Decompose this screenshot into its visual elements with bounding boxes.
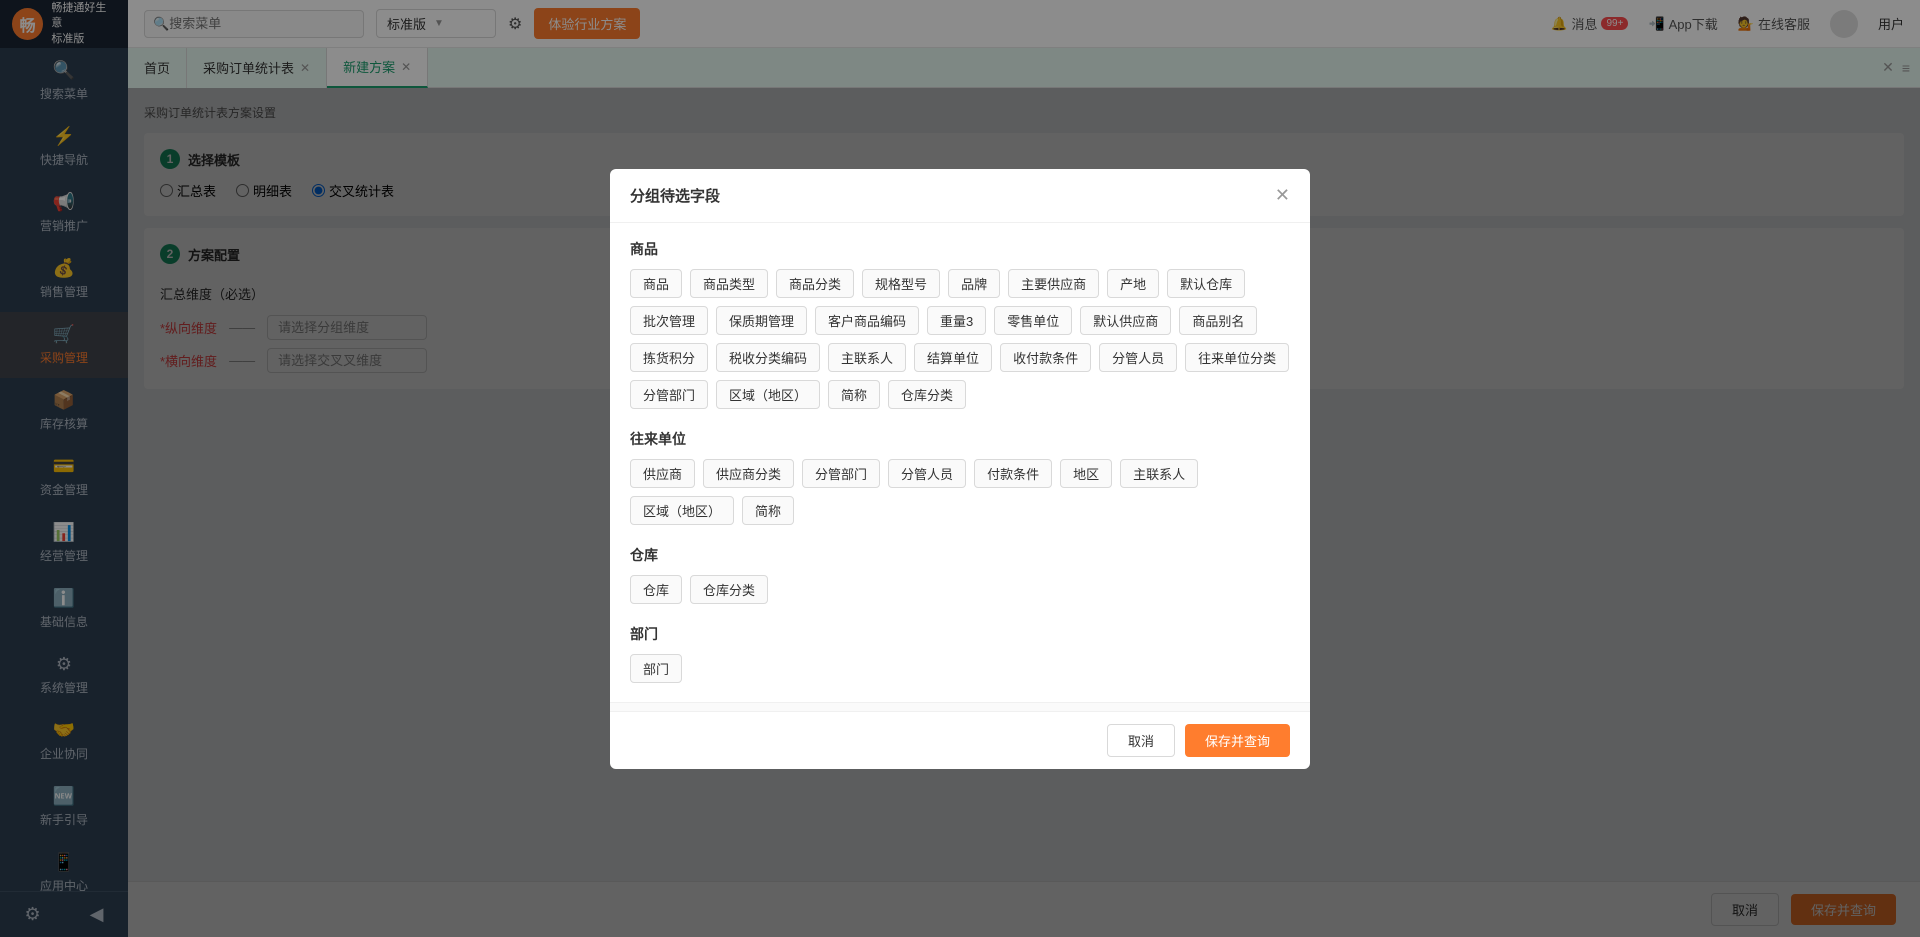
field-tag[interactable]: 分管人员 [1099, 343, 1177, 372]
warehouse-field-tags: 仓库仓库分类 [630, 575, 1290, 604]
field-tag[interactable]: 主联系人 [1120, 459, 1198, 488]
field-tag[interactable]: 仓库分类 [888, 380, 966, 409]
section-goods-title: 商品 [630, 239, 1290, 259]
field-tag[interactable]: 拣货积分 [630, 343, 708, 372]
field-tag[interactable]: 批次管理 [630, 306, 708, 335]
section-warehouse-title: 仓库 [630, 545, 1290, 565]
field-tag[interactable]: 商品 [630, 269, 682, 298]
goods-field-tags: 商品商品类型商品分类规格型号品牌主要供应商产地默认仓库批次管理保质期管理客户商品… [630, 269, 1290, 409]
dialog-header: 分组待选字段 ✕ [610, 169, 1310, 223]
field-tag[interactable]: 部门 [630, 654, 682, 683]
field-tag[interactable]: 简称 [828, 380, 880, 409]
field-tag[interactable]: 规格型号 [862, 269, 940, 298]
field-tag[interactable]: 分管部门 [802, 459, 880, 488]
field-tag[interactable]: 客户商品编码 [815, 306, 919, 335]
field-tag[interactable]: 付款条件 [974, 459, 1052, 488]
field-tag[interactable]: 商品别名 [1179, 306, 1257, 335]
dialog-body: 商品 商品商品类型商品分类规格型号品牌主要供应商产地默认仓库批次管理保质期管理客… [610, 223, 1310, 703]
field-tag[interactable]: 保质期管理 [716, 306, 807, 335]
field-tag[interactable]: 商品类型 [690, 269, 768, 298]
field-tag[interactable]: 产地 [1107, 269, 1159, 298]
dialog-title: 分组待选字段 [630, 185, 720, 206]
field-tag[interactable]: 重量3 [927, 306, 986, 335]
field-tag[interactable]: 商品分类 [776, 269, 854, 298]
field-tag[interactable]: 仓库 [630, 575, 682, 604]
partner-field-tags: 供应商供应商分类分管部门分管人员付款条件地区主联系人区域（地区） 简称 [630, 459, 1290, 525]
section-department: 部门 部门 [630, 624, 1290, 683]
field-tag[interactable]: 默认供应商 [1080, 306, 1171, 335]
dialog-confirm-btn[interactable]: 保存并查询 [1185, 724, 1290, 757]
field-tag[interactable]: 供应商分类 [703, 459, 794, 488]
dialog-footer: 取消 保存并查询 [610, 711, 1310, 769]
field-tag[interactable]: 区域（地区） [716, 380, 820, 409]
dialog-close-btn[interactable]: ✕ [1275, 185, 1290, 206]
section-partner: 往来单位 供应商供应商分类分管部门分管人员付款条件地区主联系人区域（地区） 简称 [630, 429, 1290, 525]
field-tag[interactable]: 主要供应商 [1008, 269, 1099, 298]
section-partner-title: 往来单位 [630, 429, 1290, 449]
field-tag[interactable]: 简称 [742, 496, 794, 525]
section-goods: 商品 商品商品类型商品分类规格型号品牌主要供应商产地默认仓库批次管理保质期管理客… [630, 239, 1290, 409]
horizontal-scrollbar[interactable] [610, 701, 1310, 709]
field-tag[interactable]: 品牌 [948, 269, 1000, 298]
field-tag[interactable]: 默认仓库 [1167, 269, 1245, 298]
field-tag[interactable]: 区域（地区） [630, 496, 734, 525]
section-department-title: 部门 [630, 624, 1290, 644]
field-tag[interactable]: 地区 [1060, 459, 1112, 488]
dialog-cancel-btn[interactable]: 取消 [1107, 724, 1175, 757]
field-select-dialog: 分组待选字段 ✕ 商品 商品商品类型商品分类规格型号品牌主要供应商产地默认仓库批… [610, 169, 1310, 769]
dialog-scroll-bottom [610, 702, 1310, 710]
field-tag[interactable]: 供应商 [630, 459, 695, 488]
field-tag[interactable]: 仓库分类 [690, 575, 768, 604]
field-tag[interactable]: 结算单位 [914, 343, 992, 372]
field-tag[interactable]: 往来单位分类 [1185, 343, 1289, 372]
section-warehouse: 仓库 仓库仓库分类 [630, 545, 1290, 604]
field-tag[interactable]: 分管部门 [630, 380, 708, 409]
field-tag[interactable]: 主联系人 [828, 343, 906, 372]
department-field-tags: 部门 [630, 654, 1290, 683]
field-tag[interactable]: 收付款条件 [1000, 343, 1091, 372]
field-tag[interactable]: 零售单位 [994, 306, 1072, 335]
field-tag[interactable]: 税收分类编码 [716, 343, 820, 372]
field-tag[interactable]: 分管人员 [888, 459, 966, 488]
